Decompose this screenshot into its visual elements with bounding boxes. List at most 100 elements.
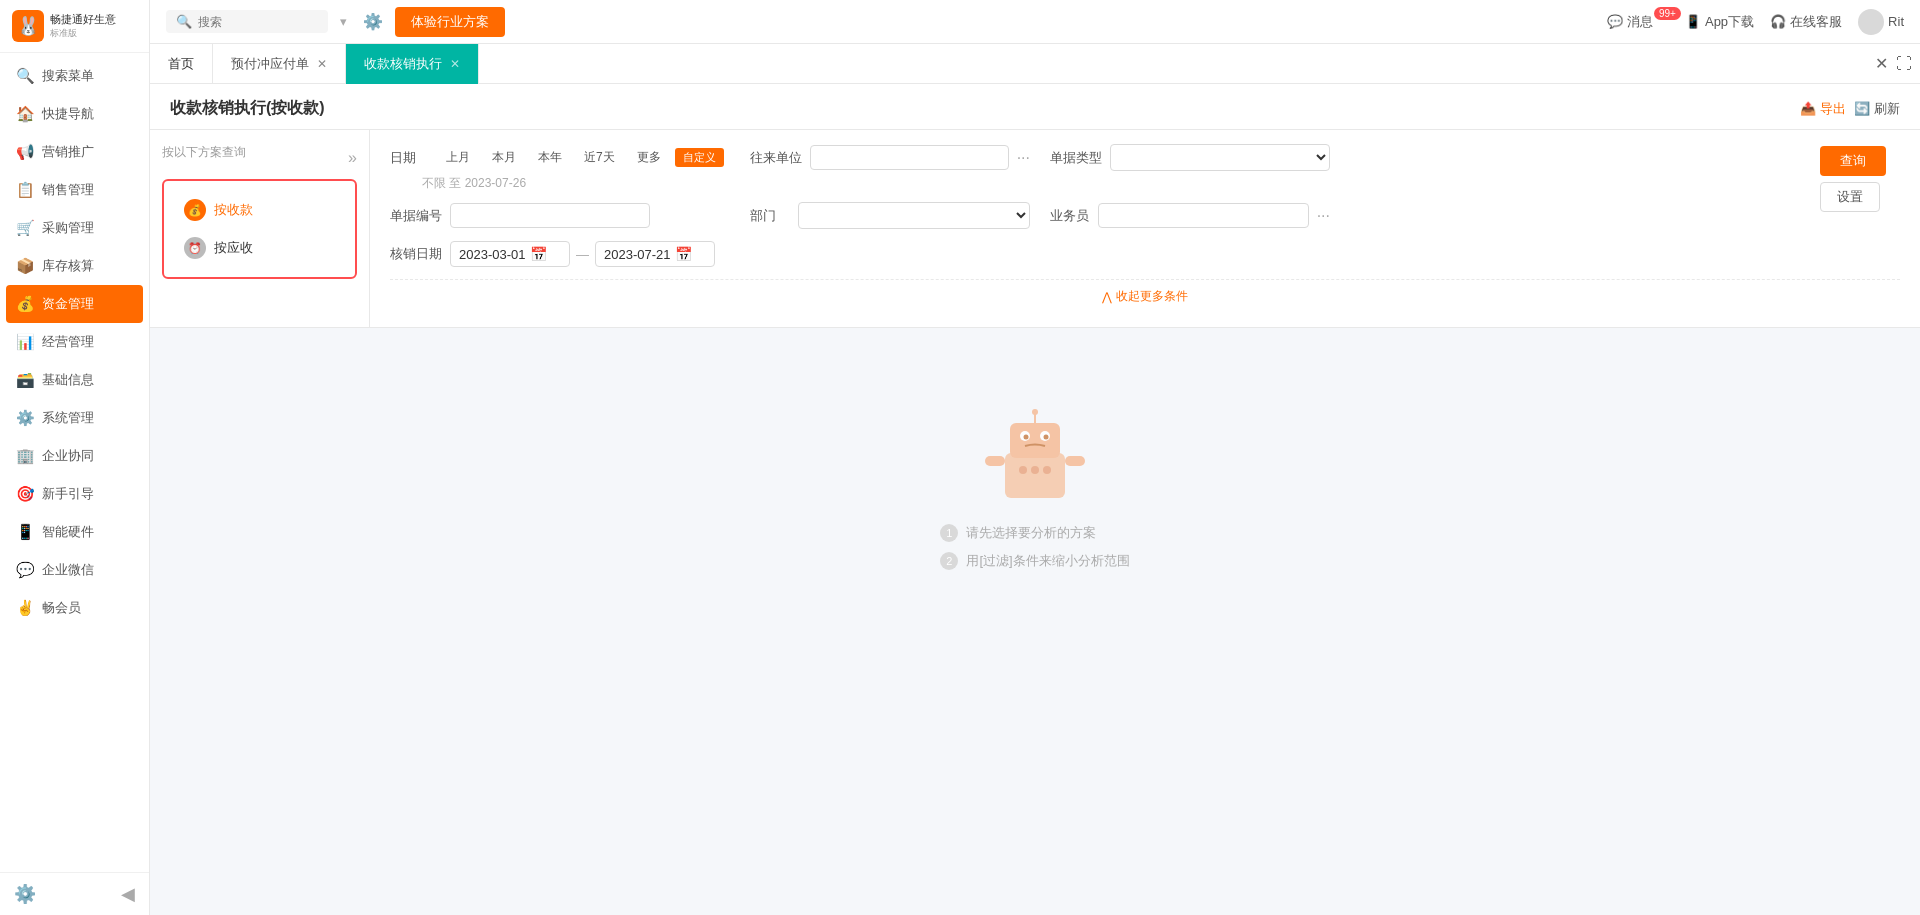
tab-collect[interactable]: 收款核销执行 ✕: [346, 44, 479, 84]
verify-date-start-input[interactable]: 2023-03-01 📅: [450, 241, 570, 267]
filter-docno-field: 单据编号: [390, 203, 730, 228]
tab-prepay-close[interactable]: ✕: [317, 57, 327, 71]
staff-input[interactable]: [1098, 203, 1309, 228]
export-btn[interactable]: 📤 导出: [1800, 100, 1846, 118]
message-btn[interactable]: 💬 消息 99+: [1607, 13, 1669, 31]
receipt-option-label: 按收款: [214, 201, 253, 219]
filter-option-by-receipt[interactable]: 💰 按收款: [174, 191, 345, 229]
settings-btn[interactable]: 设置: [1820, 182, 1880, 212]
marketing-icon: 📢: [16, 143, 34, 161]
verify-date-end-input[interactable]: 2023-07-21 📅: [595, 241, 715, 267]
staff-ellipsis[interactable]: ···: [1317, 207, 1330, 225]
filter-option-by-receivable[interactable]: ⏰ 按应收: [174, 229, 345, 267]
tip-num-2: 2: [940, 552, 958, 570]
empty-state: 1 请先选择要分析的方案 2 用[过滤]条件来缩小分析范围: [150, 328, 1920, 610]
sidebar-item-label: 系统管理: [42, 409, 94, 427]
collapse-up-icon: ⋀: [1102, 290, 1112, 304]
sidebar-item-guide[interactable]: 🎯 新手引导: [0, 475, 149, 513]
sidebar-item-wechat[interactable]: 💬 企业微信: [0, 551, 149, 589]
app-icon: 📱: [1685, 14, 1701, 29]
sales-icon: 📋: [16, 181, 34, 199]
tip-text-2: 用[过滤]条件来缩小分析范围: [966, 552, 1129, 570]
tab-home[interactable]: 首页: [150, 44, 213, 84]
settings-bottom-icon[interactable]: ⚙️: [14, 883, 36, 905]
counterpart-input[interactable]: [810, 145, 1009, 170]
filter-right-panel: 日期 上月 本月 本年 近7天 更多 自定义: [370, 130, 1920, 327]
counterpart-ellipsis[interactable]: ···: [1017, 149, 1030, 167]
date-last-month-btn[interactable]: 上月: [438, 147, 478, 168]
date-more-btn[interactable]: 更多: [629, 147, 669, 168]
query-btn[interactable]: 查询: [1820, 146, 1886, 176]
tab-collect-close[interactable]: ✕: [450, 57, 460, 71]
sidebar-item-label: 搜索菜单: [42, 67, 94, 85]
staff-label: 业务员: [1050, 207, 1090, 225]
system-icon: ⚙️: [16, 409, 34, 427]
sidebar-item-quick-nav[interactable]: 🏠 快捷导航: [0, 95, 149, 133]
sidebar-item-smart-hw[interactable]: 📱 智能硬件: [0, 513, 149, 551]
sidebar-item-operations[interactable]: 📊 经营管理: [0, 323, 149, 361]
sidebar-item-purchase[interactable]: 🛒 采购管理: [0, 209, 149, 247]
collapse-more-btn[interactable]: ⋀ 收起更多条件: [390, 279, 1900, 313]
sidebar-item-search-menu[interactable]: 🔍 搜索菜单: [0, 57, 149, 95]
inventory-icon: 📦: [16, 257, 34, 275]
sidebar-item-system[interactable]: ⚙️ 系统管理: [0, 399, 149, 437]
search-input[interactable]: [198, 15, 318, 29]
topbar-search-box[interactable]: 🔍: [166, 10, 328, 33]
collapse-sidebar-icon[interactable]: ◀: [121, 883, 135, 905]
app-download-btn[interactable]: 📱 App下载: [1685, 13, 1754, 31]
sidebar-item-basic-info[interactable]: 🗃️ 基础信息: [0, 361, 149, 399]
dept-select[interactable]: [798, 202, 1030, 229]
svg-point-4: [1024, 435, 1029, 440]
filter-row-1: 日期 上月 本月 本年 近7天 更多 自定义: [390, 144, 1804, 171]
message-icon: 💬: [1607, 14, 1623, 29]
sidebar-item-label: 新手引导: [42, 485, 94, 503]
sidebar: 🐰 畅捷通好生意 标准版 🔍 搜索菜单 🏠 快捷导航 📢 营销推广 📋 销售管理…: [0, 0, 150, 915]
filter-counterpart-field: 往来单位 ···: [750, 145, 1030, 170]
sidebar-item-member[interactable]: ✌️ 畅会员: [0, 589, 149, 627]
page-header: 收款核销执行(按收款) 📤 导出 🔄 刷新: [150, 84, 1920, 130]
dropdown-icon[interactable]: ▾: [340, 14, 347, 29]
page-header-actions: 📤 导出 🔄 刷新: [1800, 100, 1900, 118]
verify-date-end-value: 2023-07-21: [604, 247, 671, 262]
sidebar-item-sales[interactable]: 📋 销售管理: [0, 171, 149, 209]
sidebar-item-capital[interactable]: 💰 资金管理: [6, 285, 143, 323]
industry-btn[interactable]: 体验行业方案: [395, 7, 505, 37]
message-badge: 99+: [1654, 7, 1681, 20]
sidebar-item-inventory[interactable]: 📦 库存核算: [0, 247, 149, 285]
sidebar-item-label: 资金管理: [42, 295, 94, 313]
date-this-month-btn[interactable]: 本月: [484, 147, 524, 168]
logo-edition: 标准版: [50, 27, 116, 40]
refresh-btn[interactable]: 🔄 刷新: [1854, 100, 1900, 118]
doctype-select[interactable]: [1110, 144, 1330, 171]
quick-nav-icon: 🏠: [16, 105, 34, 123]
basic-info-icon: 🗃️: [16, 371, 34, 389]
date-custom-badge[interactable]: 自定义: [675, 148, 724, 167]
search-icon: 🔍: [176, 14, 192, 29]
date-range-separator: —: [576, 247, 589, 262]
receivable-option-icon: ⏰: [184, 237, 206, 259]
docno-input[interactable]: [450, 203, 650, 228]
sidebar-item-enterprise[interactable]: 🏢 企业协同: [0, 437, 149, 475]
filter-left-collapse-icon[interactable]: »: [348, 149, 357, 167]
tab-fullscreen-icon[interactable]: ⛶: [1896, 55, 1912, 73]
filter-options-box: 💰 按收款 ⏰ 按应收: [162, 179, 357, 279]
purchase-icon: 🛒: [16, 219, 34, 237]
refresh-label: 刷新: [1874, 100, 1900, 118]
calendar-start-icon: 📅: [530, 246, 547, 262]
filter-staff-field: 业务员 ···: [1050, 203, 1330, 228]
svg-point-12: [1043, 466, 1051, 474]
tab-prepay[interactable]: 预付冲应付单 ✕: [213, 44, 346, 84]
sidebar-item-label: 快捷导航: [42, 105, 94, 123]
user-profile[interactable]: Rit: [1858, 9, 1904, 35]
service-btn[interactable]: 🎧 在线客服: [1770, 13, 1842, 31]
date-7days-btn[interactable]: 近7天: [576, 147, 623, 168]
tab-prepay-label: 预付冲应付单: [231, 55, 309, 73]
date-this-year-btn[interactable]: 本年: [530, 147, 570, 168]
filter-verify-date-field: 核销日期 2023-03-01 📅 — 2023-07-21: [390, 241, 730, 267]
member-icon: ✌️: [16, 599, 34, 617]
gear-icon[interactable]: ⚙️: [363, 12, 383, 31]
sidebar-item-label: 智能硬件: [42, 523, 94, 541]
filter-area: 按以下方案查询 » 💰 按收款 ⏰ 按应收: [150, 130, 1920, 328]
sidebar-item-marketing[interactable]: 📢 营销推广: [0, 133, 149, 171]
tab-close-all-icon[interactable]: ✕: [1875, 54, 1888, 73]
